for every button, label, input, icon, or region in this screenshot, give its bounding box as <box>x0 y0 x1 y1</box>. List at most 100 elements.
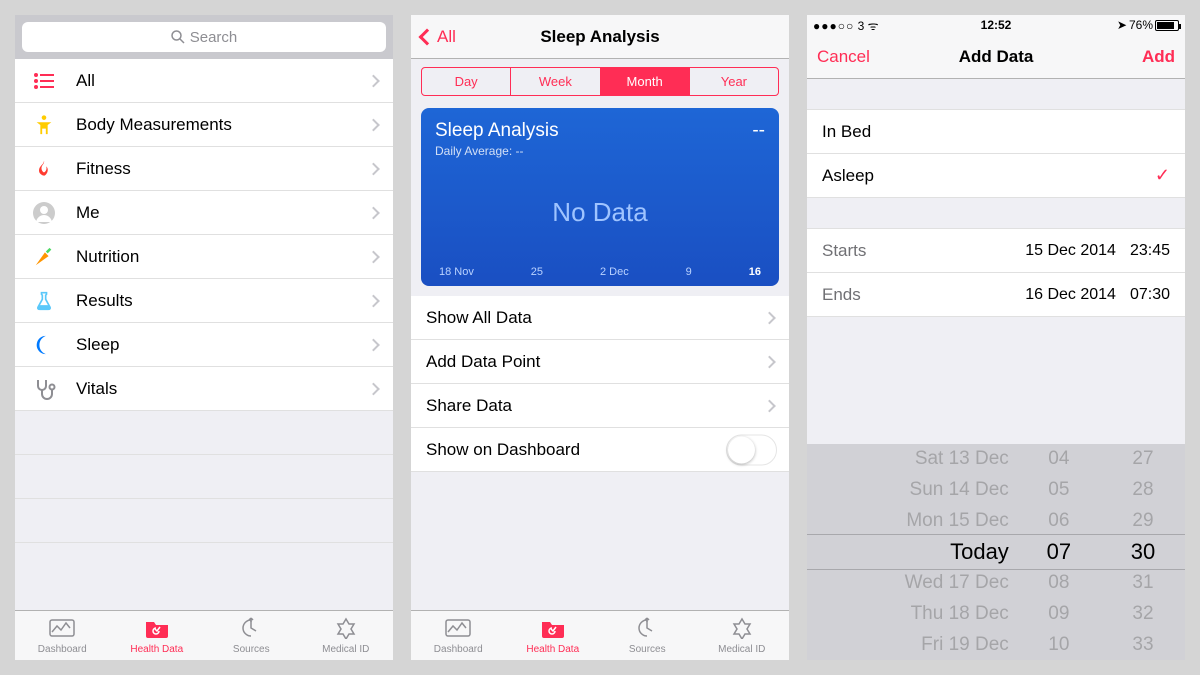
type-option-asleep[interactable]: Asleep✓ <box>807 154 1185 198</box>
category-label: All <box>76 71 95 91</box>
dash-icon <box>49 617 75 642</box>
flame-icon <box>30 155 58 183</box>
category-row-results[interactable]: Results <box>15 279 393 323</box>
picker-option[interactable]: 31 <box>1132 567 1153 598</box>
chart-title: Sleep Analysis <box>435 120 559 142</box>
picker-option[interactable]: Thu 18 Dec <box>911 598 1009 629</box>
picker-option[interactable]: 29 <box>1132 506 1153 537</box>
category-row-fitness[interactable]: Fitness <box>15 147 393 191</box>
chevron-right-icon <box>763 399 776 412</box>
category-row-all[interactable]: All <box>15 59 393 103</box>
status-signal: ●●●○○ 3 ᯤ <box>813 17 879 34</box>
picker-option[interactable]: Sat 13 Dec <box>915 444 1009 475</box>
cancel-button[interactable]: Cancel <box>807 35 880 79</box>
chevron-right-icon <box>367 206 380 219</box>
picker-option[interactable]: Fri 19 Dec <box>921 629 1009 660</box>
action-show-on-dashboard[interactable]: Show on Dashboard <box>411 428 789 472</box>
chevron-right-icon <box>367 162 380 175</box>
tab-health-data[interactable]: Health Data <box>110 611 205 660</box>
action-show-all-data[interactable]: Show All Data <box>411 296 789 340</box>
action-share-data[interactable]: Share Data <box>411 384 789 428</box>
option-label: Asleep <box>822 166 874 186</box>
picker-option[interactable]: 05 <box>1048 475 1069 506</box>
category-label: Fitness <box>76 159 131 179</box>
nav-bar: All Sleep Analysis <box>411 15 789 59</box>
starts-row[interactable]: Starts 15 Dec 201423:45 <box>807 229 1185 273</box>
category-row-vitals[interactable]: Vitals <box>15 367 393 411</box>
picker-option[interactable]: 28 <box>1132 475 1153 506</box>
add-button[interactable]: Add <box>1132 35 1185 79</box>
picker-option[interactable]: Sun 14 Dec <box>910 475 1009 506</box>
segment-month[interactable]: Month <box>601 68 690 95</box>
ends-row[interactable]: Ends 16 Dec 201407:30 <box>807 273 1185 317</box>
tab-medical-id[interactable]: Medical ID <box>299 611 394 660</box>
sleep-chart-card[interactable]: Sleep Analysis -- Daily Average: -- No D… <box>421 108 779 286</box>
ends-label: Ends <box>822 285 861 305</box>
starts-label: Starts <box>822 241 866 261</box>
list-icon <box>30 67 58 95</box>
segment-day[interactable]: Day <box>422 68 511 95</box>
status-bar: ●●●○○ 3 ᯤ 12:52 ➤ 76% <box>807 15 1185 35</box>
picker-option[interactable]: 07 <box>1047 537 1071 568</box>
back-label: All <box>437 27 456 47</box>
category-row-body-measurements[interactable]: Body Measurements <box>15 103 393 147</box>
option-label: In Bed <box>822 122 871 142</box>
picker-option[interactable]: 08 <box>1048 567 1069 598</box>
tab-bar: DashboardHealth DataSourcesMedical ID <box>15 610 393 660</box>
picker-option[interactable]: 10 <box>1048 629 1069 660</box>
chevron-right-icon <box>367 382 380 395</box>
time-range-segment: DayWeekMonthYear <box>411 59 789 104</box>
tab-dashboard[interactable]: Dashboard <box>15 611 110 660</box>
tab-dashboard[interactable]: Dashboard <box>411 611 506 660</box>
tab-sources[interactable]: Sources <box>204 611 299 660</box>
picker-option[interactable]: Wed 17 Dec <box>905 567 1009 598</box>
picker-option[interactable]: 30 <box>1131 537 1155 568</box>
picker-option[interactable]: 33 <box>1132 629 1153 660</box>
category-row-nutrition[interactable]: Nutrition <box>15 235 393 279</box>
chevron-right-icon <box>367 118 380 131</box>
action-label: Show All Data <box>426 308 532 328</box>
search-icon <box>171 30 185 44</box>
action-add-data-point[interactable]: Add Data Point <box>411 340 789 384</box>
status-battery: ➤ 76% <box>1117 18 1179 32</box>
picker-option[interactable]: 09 <box>1048 598 1069 629</box>
picker-option[interactable]: 06 <box>1048 506 1069 537</box>
type-option-in-bed[interactable]: In Bed <box>807 110 1185 154</box>
picker-option[interactable]: Mon 15 Dec <box>906 506 1008 537</box>
category-label: Results <box>76 291 133 311</box>
category-row-sleep[interactable]: Sleep <box>15 323 393 367</box>
action-label: Show on Dashboard <box>426 440 580 460</box>
chevron-right-icon <box>367 74 380 87</box>
status-time: 12:52 <box>981 18 1012 32</box>
category-row-me[interactable]: Me <box>15 191 393 235</box>
toggle-switch[interactable] <box>726 434 777 465</box>
axis-tick: 16 <box>749 266 761 278</box>
search-input[interactable]: Search <box>22 22 386 52</box>
picker-option[interactable]: 04 <box>1048 444 1069 475</box>
picker-option[interactable]: Today <box>950 537 1009 568</box>
segment-week[interactable]: Week <box>511 68 600 95</box>
tab-medical-id[interactable]: Medical ID <box>695 611 790 660</box>
time-range-list: Starts 15 Dec 201423:45 Ends 16 Dec 2014… <box>807 228 1185 317</box>
category-label: Nutrition <box>76 247 139 267</box>
tab-sources[interactable]: Sources <box>600 611 695 660</box>
picker-option[interactable]: 27 <box>1132 444 1153 475</box>
picker-option[interactable]: 32 <box>1132 598 1153 629</box>
screen-add-data: ●●●○○ 3 ᯤ 12:52 ➤ 76% Cancel Add Data Ad… <box>807 15 1185 660</box>
chart-x-axis: 18 Nov252 Dec916 <box>435 266 765 278</box>
action-label: Share Data <box>426 396 512 416</box>
tab-health-data[interactable]: Health Data <box>506 611 601 660</box>
tab-label: Dashboard <box>434 644 483 655</box>
tab-label: Health Data <box>526 644 579 655</box>
chevron-right-icon <box>367 294 380 307</box>
medid-icon <box>729 617 755 642</box>
steth-icon <box>30 375 58 403</box>
search-bar-container: Search <box>15 15 393 59</box>
segment-year[interactable]: Year <box>690 68 778 95</box>
datetime-picker[interactable]: Sat 13 DecSun 14 DecMon 15 DecTodayWed 1… <box>807 444 1185 660</box>
axis-tick: 9 <box>686 266 692 278</box>
carrot-icon <box>30 243 58 271</box>
back-button[interactable]: All <box>411 15 466 59</box>
nav-bar: Cancel Add Data Add <box>807 35 1185 79</box>
sleep-actions-list: Show All Data Add Data Point Share Data Sho… <box>411 296 789 472</box>
